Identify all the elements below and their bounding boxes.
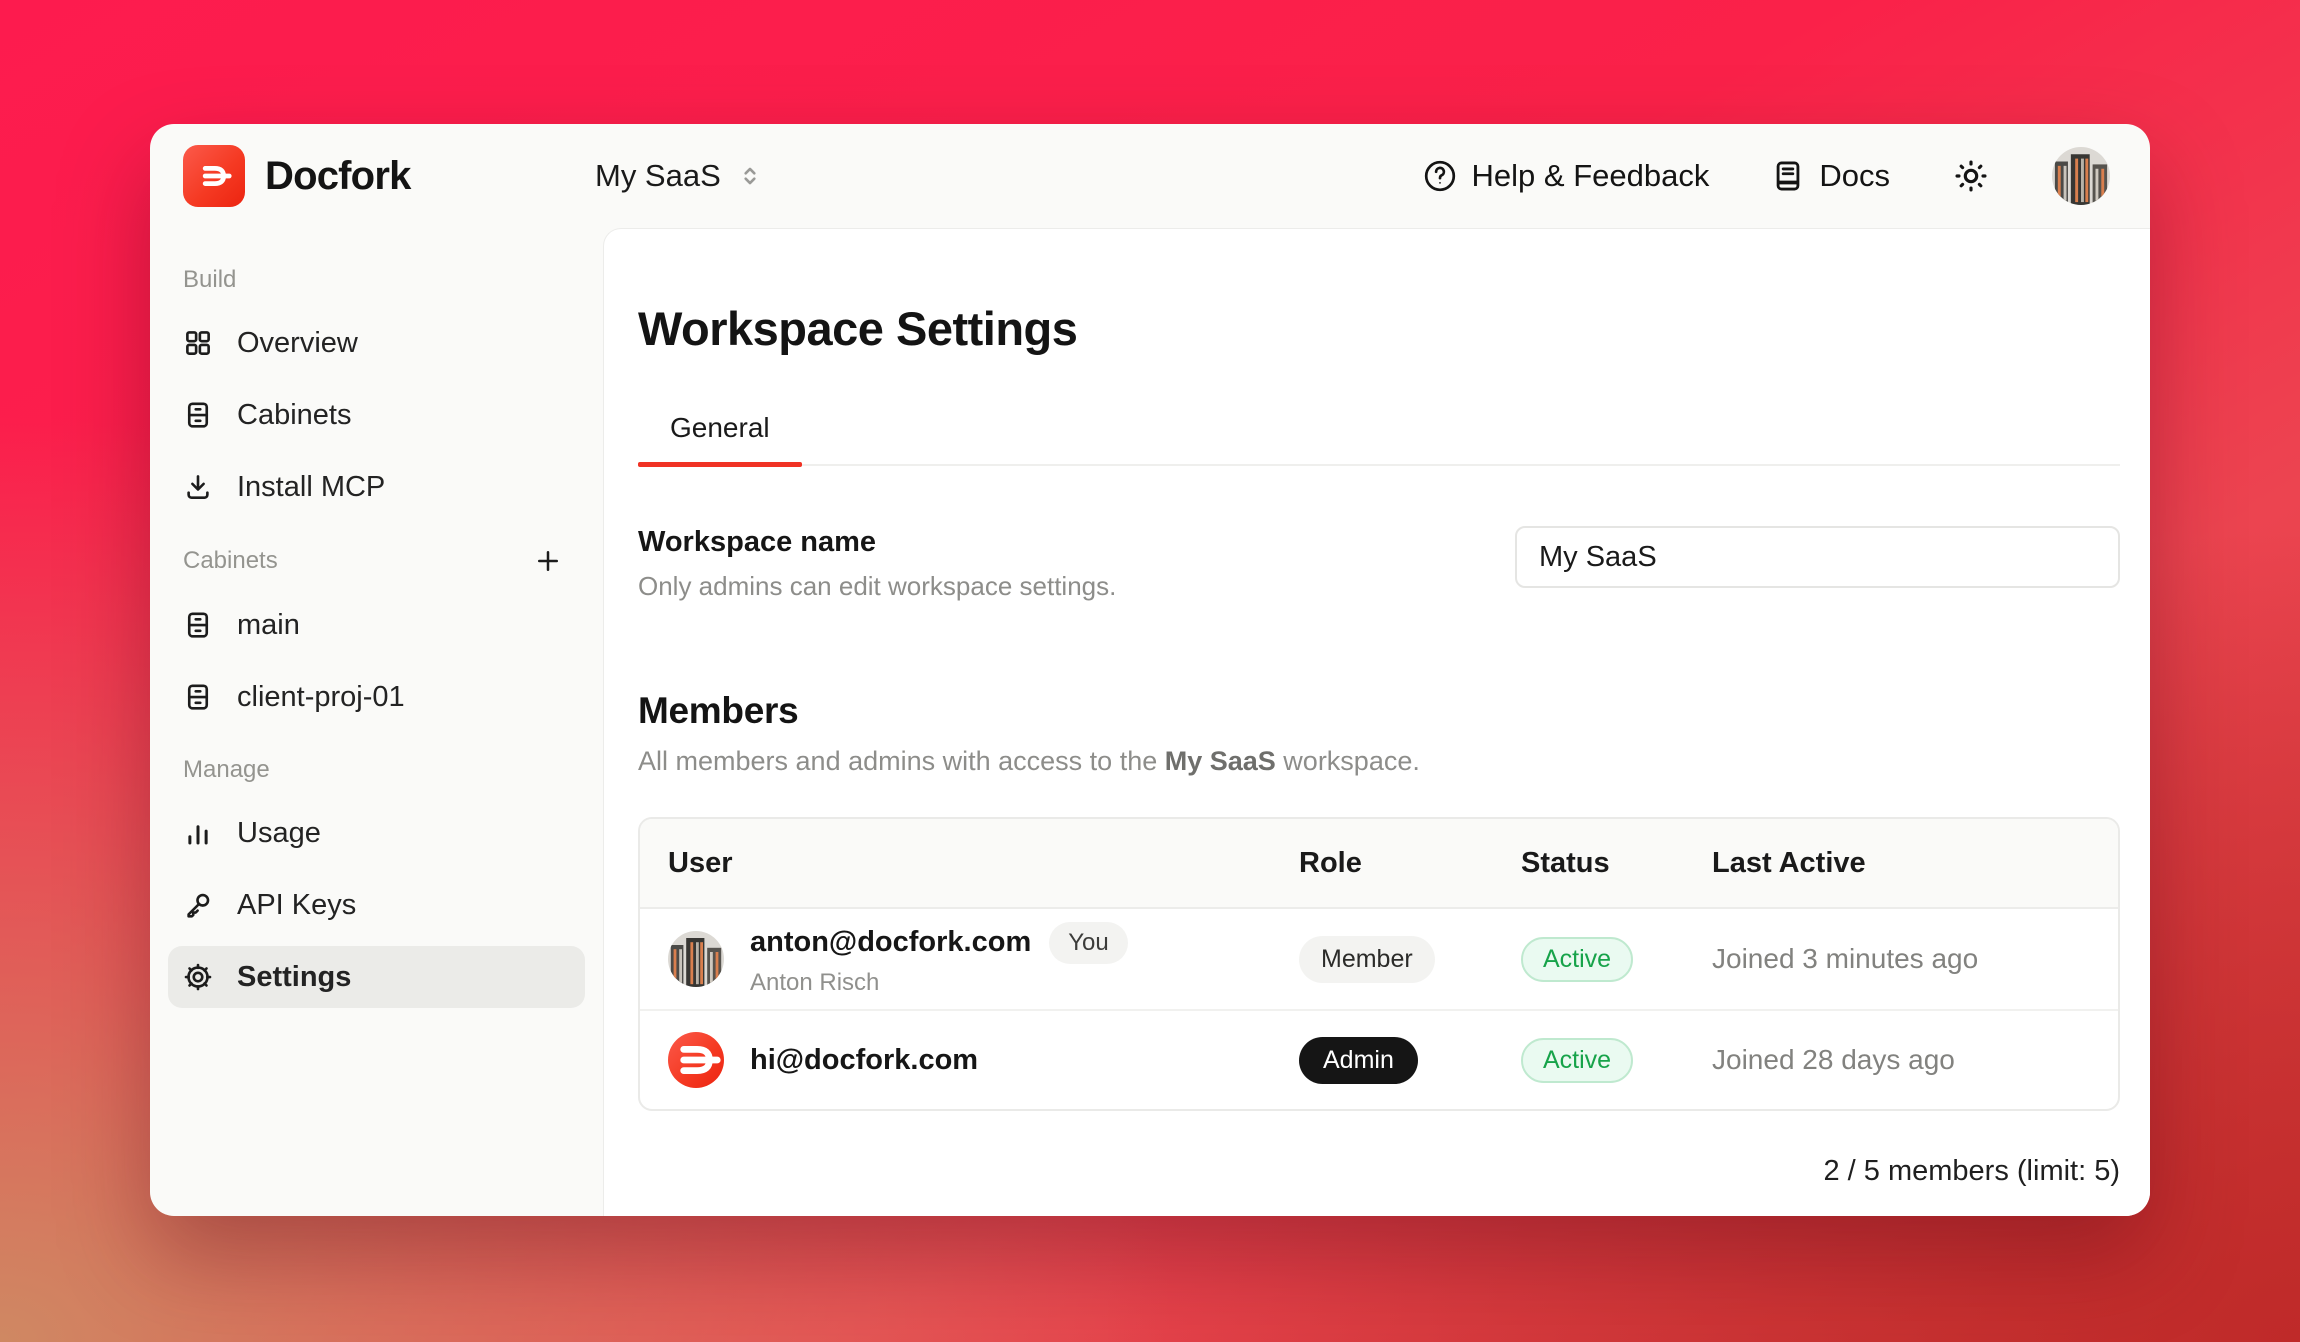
column-header-last-active: Last Active [1712, 846, 1866, 879]
sidebar-item-cabinet-client-proj-01[interactable]: client-proj-01 [168, 666, 585, 728]
members-table: User Role Status Last Active anton@docfo… [638, 817, 2120, 1111]
status-cell: Active [1493, 936, 1684, 982]
sidebar-section-cabinets: Cabinets [183, 546, 585, 576]
sidebar-item-label: Settings [237, 960, 352, 993]
workspace-switcher-label: My SaaS [595, 158, 721, 193]
role-cell: Admin [1271, 1036, 1493, 1084]
brand[interactable]: Docfork [183, 145, 595, 207]
download-icon [183, 472, 213, 502]
workspace-name-input[interactable] [1515, 526, 2120, 588]
role-cell: Member [1271, 935, 1493, 983]
help-circle-icon [1422, 158, 1458, 194]
grid-icon [183, 328, 213, 358]
help-feedback-button[interactable]: Help & Feedback [1422, 158, 1710, 194]
sidebar: Build Overview Cabinets Install MCP Cabi… [150, 228, 603, 1216]
members-title: Members [638, 690, 799, 731]
sidebar-section-build: Build [183, 266, 237, 293]
cabinet-icon [183, 610, 213, 640]
last-active-cell: Joined 3 minutes ago [1712, 943, 1979, 974]
brand-name: Docfork [265, 153, 411, 198]
main-panel: Workspace Settings General Workspace nam… [603, 228, 2150, 1216]
app-window: Docfork My SaaS Help & Feedback Docs Bui… [150, 124, 2150, 1216]
user-avatar[interactable] [2052, 147, 2110, 205]
members-description: All members and admins with access to th… [638, 746, 1420, 776]
workspace-name-labels: Workspace name Only admins can edit work… [638, 526, 1116, 602]
sidebar-item-label: API Keys [237, 888, 357, 921]
workspace-name-row: Workspace name Only admins can edit work… [638, 526, 2120, 602]
docs-button[interactable]: Docs [1771, 158, 1890, 194]
member-name: Anton Risch [750, 968, 880, 996]
status-badge: Active [1521, 1037, 1634, 1083]
help-feedback-label: Help & Feedback [1471, 158, 1710, 193]
member-email: anton@docfork.com [750, 926, 1032, 958]
cabinet-icon [183, 400, 213, 430]
workspace-switcher[interactable]: My SaaS [595, 158, 763, 194]
tab-general[interactable]: General [638, 412, 802, 467]
page-title: Workspace Settings [638, 302, 1078, 355]
user-cell: hi@docfork.com [640, 1032, 1271, 1088]
sidebar-item-label: Cabinets [237, 398, 352, 431]
sidebar-item-label: Usage [237, 816, 321, 849]
gear-icon [183, 962, 213, 992]
column-header-status: Status [1521, 846, 1610, 879]
sidebar-item-cabinets[interactable]: Cabinets [168, 384, 585, 446]
top-bar-actions: Help & Feedback Docs [1422, 147, 2110, 205]
column-header-user: User [668, 846, 733, 879]
photo-avatar [668, 931, 724, 987]
user-cell: anton@docfork.com You Anton Risch [640, 921, 1271, 997]
tab-bar: General [638, 412, 2120, 467]
sidebar-item-install-mcp[interactable]: Install MCP [168, 456, 585, 518]
members-section: Members All members and admins with acce… [638, 690, 2120, 1188]
sidebar-item-label: Overview [237, 326, 358, 359]
workspace-name-label: Workspace name [638, 526, 877, 558]
chevron-up-down-icon [737, 163, 763, 189]
book-icon [1771, 159, 1805, 193]
docfork-logo-icon [183, 145, 245, 207]
role-badge: Member [1299, 935, 1435, 983]
member-email: hi@docfork.com [750, 1043, 979, 1076]
cabinet-icon [183, 682, 213, 712]
sidebar-item-label: Install MCP [237, 470, 386, 503]
sidebar-item-usage[interactable]: Usage [168, 802, 585, 864]
status-badge: Active [1521, 936, 1634, 982]
you-badge: You [1049, 921, 1128, 964]
theme-toggle-sun-icon[interactable] [1952, 157, 1990, 195]
sidebar-item-api-keys[interactable]: API Keys [168, 874, 585, 936]
sidebar-item-settings[interactable]: Settings [168, 946, 585, 1008]
docfork-logo-avatar [668, 1032, 724, 1088]
table-row: anton@docfork.com You Anton Risch Member… [640, 909, 2118, 1009]
members-count: 2 / 5 members (limit: 5) [1823, 1155, 2121, 1187]
role-badge: Admin [1299, 1036, 1418, 1084]
sidebar-item-label: client-proj-01 [237, 680, 405, 713]
sidebar-item-label: main [237, 608, 300, 641]
workspace-name-description: Only admins can edit workspace settings. [638, 571, 1117, 601]
table-row: hi@docfork.com Admin Active Joined 28 da… [640, 1009, 2118, 1109]
bar-chart-icon [183, 818, 213, 848]
sidebar-item-cabinet-main[interactable]: main [168, 594, 585, 656]
sidebar-item-overview[interactable]: Overview [168, 312, 585, 374]
key-icon [183, 890, 213, 920]
docs-label: Docs [1819, 158, 1890, 193]
add-cabinet-button[interactable] [533, 546, 563, 576]
status-cell: Active [1493, 1037, 1684, 1083]
sidebar-section-manage: Manage [183, 756, 270, 783]
column-header-role: Role [1299, 846, 1362, 879]
last-active-cell: Joined 28 days ago [1712, 1044, 1955, 1075]
members-table-header: User Role Status Last Active [640, 819, 2118, 909]
top-bar: Docfork My SaaS Help & Feedback Docs [150, 124, 2150, 228]
